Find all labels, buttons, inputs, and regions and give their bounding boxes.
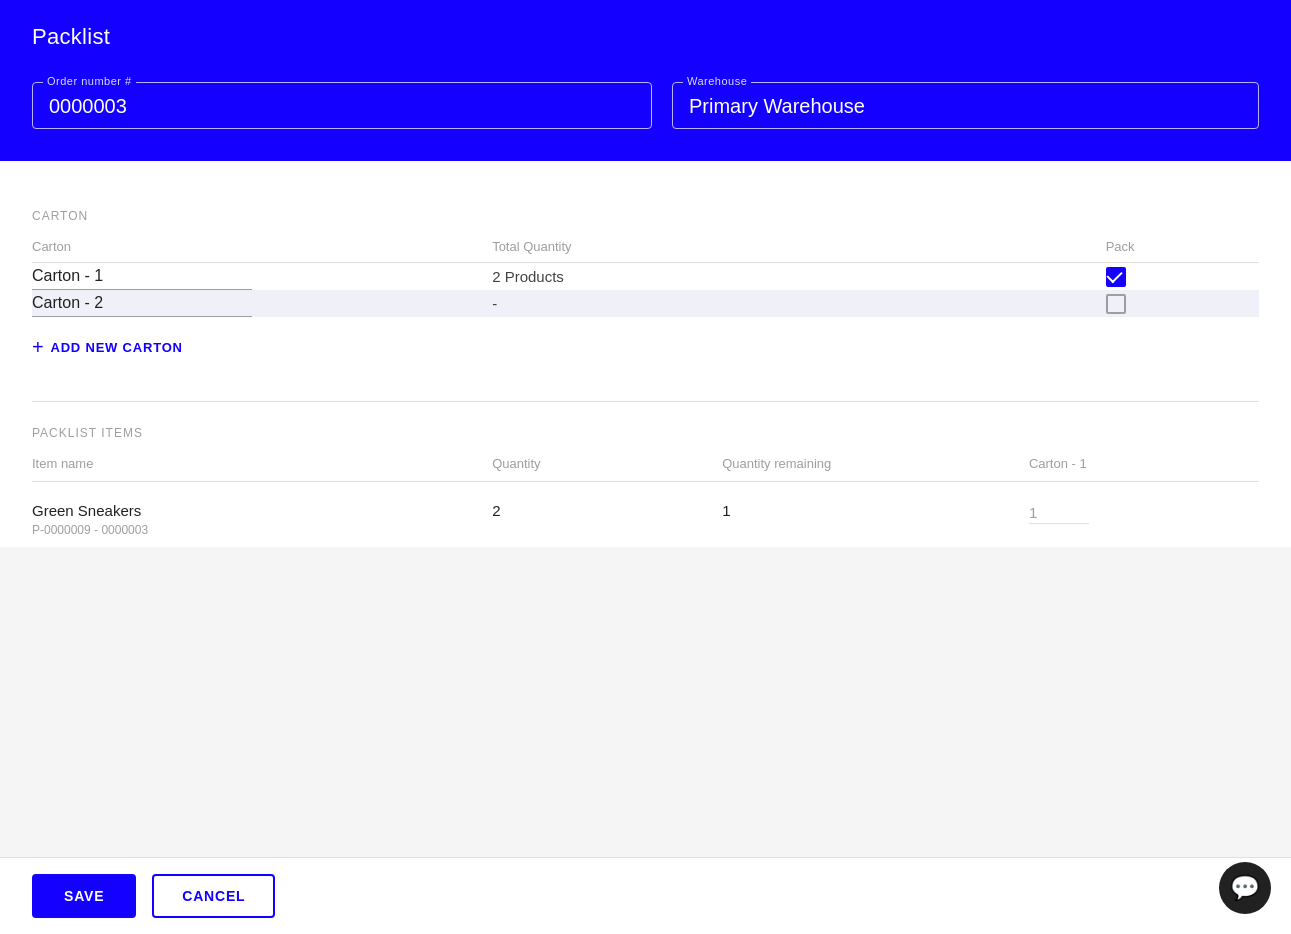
warehouse-field: Warehouse Primary Warehouse xyxy=(672,82,1259,129)
header-fields: Order number # 0000003 Warehouse Primary… xyxy=(32,82,1259,129)
save-button[interactable]: SAVE xyxy=(32,874,136,918)
order-number-value: 0000003 xyxy=(49,95,635,118)
main-content: CARTON Carton Total Quantity Pack 2 Prod… xyxy=(0,161,1291,547)
col-item-name-header: Item name xyxy=(32,456,492,482)
item-code: P-0000009 - 0000003 xyxy=(32,523,492,537)
carton-total-qty: 2 Products xyxy=(492,263,1106,291)
page-title: Packlist xyxy=(32,24,1259,50)
col-carton-header: Carton xyxy=(32,239,492,263)
pack-checkbox[interactable] xyxy=(1106,294,1126,314)
footer: SAVE CANCEL xyxy=(0,857,1291,934)
carton-name-input[interactable] xyxy=(32,263,252,290)
chat-bubble[interactable]: 💬 xyxy=(1219,862,1271,914)
item-name: Green Sneakers xyxy=(32,502,492,519)
carton-qty-input[interactable] xyxy=(1029,502,1089,524)
carton-table-header: Carton Total Quantity Pack xyxy=(32,239,1259,263)
carton-section: CARTON Carton Total Quantity Pack 2 Prod… xyxy=(32,189,1259,377)
carton-row: - xyxy=(32,290,1259,317)
chat-icon: 💬 xyxy=(1230,874,1260,902)
carton-section-label: CARTON xyxy=(32,209,1259,223)
add-carton-row: + ADD NEW CARTON xyxy=(32,317,1259,377)
table-row: Green Sneakers P-0000009 - 000000321 xyxy=(32,482,1259,548)
col-carton-header: Carton - 1 xyxy=(1029,456,1259,482)
warehouse-label: Warehouse xyxy=(683,75,751,87)
plus-icon: + xyxy=(32,337,44,357)
packlist-items-table: Item name Quantity Quantity remaining Ca… xyxy=(32,456,1259,547)
items-table-header: Item name Quantity Quantity remaining Ca… xyxy=(32,456,1259,482)
col-total-qty-header: Total Quantity xyxy=(492,239,1106,263)
carton-name-input[interactable] xyxy=(32,290,252,317)
add-new-carton-button[interactable]: + ADD NEW CARTON xyxy=(32,337,183,357)
packlist-section-label: PACKLIST ITEMS xyxy=(32,426,1259,440)
add-carton-label: ADD NEW CARTON xyxy=(50,340,182,355)
order-number-label: Order number # xyxy=(43,75,136,87)
item-qty-remaining: 1 xyxy=(722,482,1029,548)
col-qty-remaining-header: Quantity remaining xyxy=(722,456,1029,482)
col-pack-header: Pack xyxy=(1106,239,1259,263)
carton-row: 2 Products xyxy=(32,263,1259,291)
carton-total-qty: - xyxy=(492,290,1106,317)
cancel-button[interactable]: CANCEL xyxy=(152,874,275,918)
carton-table: Carton Total Quantity Pack 2 Products- xyxy=(32,239,1259,317)
order-number-field: Order number # 0000003 xyxy=(32,82,652,129)
col-quantity-header: Quantity xyxy=(492,456,722,482)
warehouse-value: Primary Warehouse xyxy=(689,95,1242,118)
page-header: Packlist Order number # 0000003 Warehous… xyxy=(0,0,1291,161)
item-quantity: 2 xyxy=(492,482,722,548)
packlist-items-section: PACKLIST ITEMS Item name Quantity Quanti… xyxy=(32,401,1259,547)
pack-checkbox[interactable] xyxy=(1106,267,1126,287)
